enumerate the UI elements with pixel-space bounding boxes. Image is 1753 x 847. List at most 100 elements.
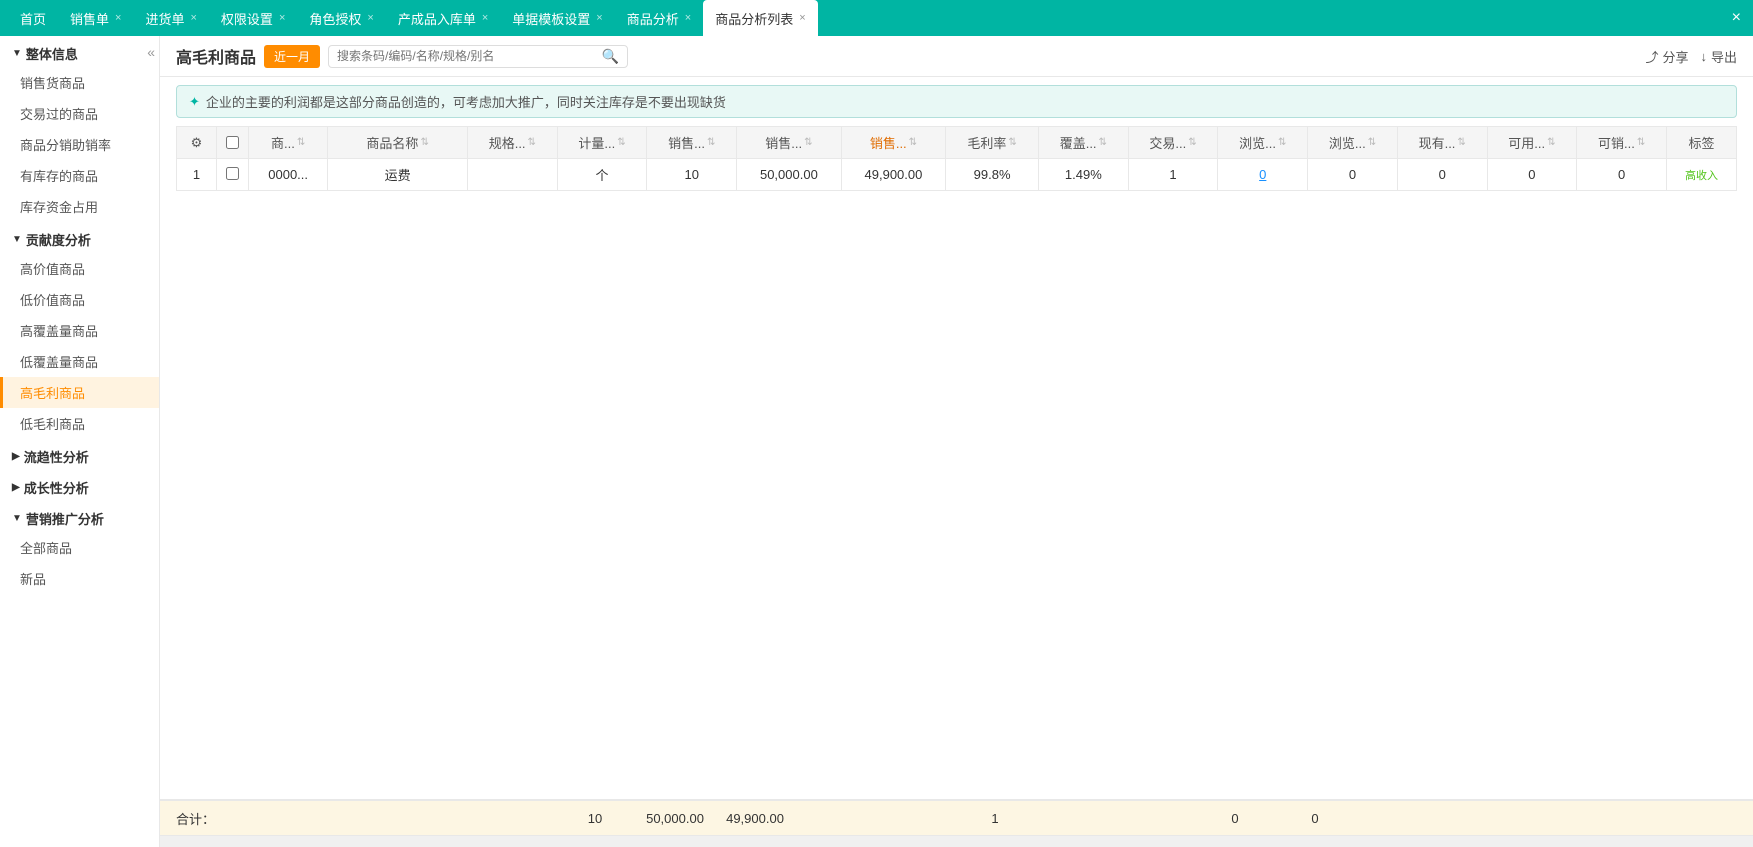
- sidebar-group-overall[interactable]: ▼ 整体信息: [0, 36, 159, 67]
- close-analysis-list-tab[interactable]: ×: [799, 12, 805, 24]
- cell-unit: 个: [557, 159, 647, 191]
- sidebar-item-high-margin[interactable]: 高毛利商品: [0, 377, 159, 408]
- footer-sales-amount: 50,000.00: [635, 811, 715, 826]
- nav-item-role[interactable]: 角色授权 ×: [297, 0, 385, 36]
- cell-sales-cost: 49,900.00: [841, 159, 946, 191]
- col-saleable[interactable]: 可销...⇅: [1577, 127, 1667, 159]
- table-footer: 合计： 10 50,000.00 49,900.00 1 0 0: [160, 799, 1753, 835]
- nav-item-sales[interactable]: 销售单 ×: [58, 0, 133, 36]
- table-row: 1 0000... 运费 个 10 50,000.00 49,900.00 99…: [177, 159, 1737, 191]
- cell-saleable: 0: [1577, 159, 1667, 191]
- sidebar-item-all-goods[interactable]: 全部商品: [0, 532, 159, 563]
- cell-gross-margin: 99.8%: [946, 159, 1039, 191]
- cell-code: 0000...: [249, 159, 328, 191]
- footer-label: 合计：: [176, 809, 215, 828]
- col-code[interactable]: 商...⇅: [249, 127, 328, 159]
- cell-browse2: 0: [1308, 159, 1398, 191]
- nav-item-purchase[interactable]: 进货单 ×: [133, 0, 208, 36]
- search-icon[interactable]: 🔍: [602, 48, 619, 65]
- close-template-tab[interactable]: ×: [596, 12, 602, 24]
- footer-sales-count: 10: [555, 811, 635, 826]
- col-checkbox: [217, 127, 249, 159]
- sidebar-item-sales-goods[interactable]: 销售货商品: [0, 67, 159, 98]
- sidebar-item-in-stock[interactable]: 有库存的商品: [0, 160, 159, 191]
- sidebar-item-high-value[interactable]: 高价值商品: [0, 253, 159, 284]
- footer-transaction: 1: [955, 811, 1035, 826]
- sidebar-item-low-value[interactable]: 低价值商品: [0, 284, 159, 315]
- close-product-in-tab[interactable]: ×: [482, 12, 488, 24]
- horizontal-scrollbar[interactable]: [160, 835, 1753, 847]
- sidebar-group-growth[interactable]: ▶ 成长性分析: [0, 470, 159, 501]
- top-nav-bar: 首页 销售单 × 进货单 × 权限设置 × 角色授权 × 产成品入库单 × 单据…: [0, 0, 1753, 36]
- info-banner: ✦ 企业的主要的利润都是这部分商品创造的，可考虑加大推广，同时关注库存是不要出现…: [176, 85, 1737, 118]
- sidebar-item-high-coverage[interactable]: 高覆盖量商品: [0, 315, 159, 346]
- col-sales-count[interactable]: 销售...⇅: [647, 127, 737, 159]
- cell-index: 1: [177, 159, 217, 191]
- col-sales-amount[interactable]: 销售...⇅: [737, 127, 842, 159]
- export-icon: ↓: [1700, 49, 1707, 64]
- cell-sales-amount: 50,000.00: [737, 159, 842, 191]
- col-current-stock[interactable]: 现有...⇅: [1397, 127, 1487, 159]
- nav-item-analysis-list[interactable]: 商品分析列表 ×: [703, 0, 817, 36]
- sidebar-group-trend[interactable]: ▶ 流趋性分析: [0, 439, 159, 470]
- col-unit[interactable]: 计量...⇅: [557, 127, 647, 159]
- cell-current-stock: 0: [1397, 159, 1487, 191]
- sidebar-item-new-goods[interactable]: 新品: [0, 563, 159, 594]
- cell-transaction: 1: [1128, 159, 1218, 191]
- sidebar-collapse-button[interactable]: «: [147, 44, 155, 60]
- close-analysis-tab[interactable]: ×: [685, 12, 691, 24]
- data-table: ⚙ 商...⇅ 商品名称⇅ 规格...⇅ 计量...⇅ 销售...⇅ 销售...…: [176, 126, 1737, 191]
- cell-available: 0: [1487, 159, 1577, 191]
- close-role-tab[interactable]: ×: [367, 12, 373, 24]
- sidebar-item-stock-capital[interactable]: 库存资金占用: [0, 191, 159, 222]
- sidebar-item-low-margin[interactable]: 低毛利商品: [0, 408, 159, 439]
- arrow-marketing: ▼: [12, 513, 22, 524]
- cell-coverage: 1.49%: [1038, 159, 1128, 191]
- col-transaction[interactable]: 交易...⇅: [1128, 127, 1218, 159]
- share-button[interactable]: ⤴ 分享: [1645, 47, 1688, 66]
- table-header-row: ⚙ 商...⇅ 商品名称⇅ 规格...⇅ 计量...⇅ 销售...⇅ 销售...…: [177, 127, 1737, 159]
- header-actions: ⤴ 分享 ↓ 导出: [1645, 47, 1737, 66]
- footer-sales-cost: 49,900.00: [715, 811, 795, 826]
- content-header: 高毛利商品 近一月 🔍 ⤴ 分享 ↓ 导出: [160, 36, 1753, 77]
- sidebar-group-contribution[interactable]: ▼ 贡献度分析: [0, 222, 159, 253]
- close-permission-tab[interactable]: ×: [279, 12, 285, 24]
- content-area: 高毛利商品 近一月 🔍 ⤴ 分享 ↓ 导出 ✦ 企业的主要的利润都是这部分商品创…: [160, 36, 1753, 847]
- arrow-growth: ▶: [12, 482, 20, 493]
- row-checkbox[interactable]: [226, 167, 239, 180]
- col-available[interactable]: 可用...⇅: [1487, 127, 1577, 159]
- sidebar-group-marketing[interactable]: ▼ 营销推广分析: [0, 501, 159, 532]
- sidebar-item-traded-goods[interactable]: 交易过的商品: [0, 98, 159, 129]
- cell-browse1[interactable]: 0: [1218, 159, 1308, 191]
- nav-item-analysis[interactable]: 商品分析 ×: [615, 0, 703, 36]
- arrow-overall: ▼: [12, 48, 22, 59]
- cell-checkbox: [217, 159, 249, 191]
- time-filter-button[interactable]: 近一月: [264, 45, 320, 68]
- sidebar: « ▼ 整体信息 销售货商品 交易过的商品 商品分销助销率 有库存的商品 库存资…: [0, 36, 160, 847]
- col-tag: 标签: [1667, 127, 1737, 159]
- col-gross-margin[interactable]: 毛利率⇅: [946, 127, 1039, 159]
- nav-item-template[interactable]: 单据模板设置 ×: [500, 0, 614, 36]
- search-input[interactable]: [337, 49, 602, 63]
- cell-tag: 高收入: [1667, 159, 1737, 191]
- col-browse1[interactable]: 浏览...⇅: [1218, 127, 1308, 159]
- nav-item-permission[interactable]: 权限设置 ×: [209, 0, 297, 36]
- close-all-icon[interactable]: ×: [1732, 9, 1741, 27]
- export-button[interactable]: ↓ 导出: [1700, 47, 1737, 66]
- cell-sales-count: 10: [647, 159, 737, 191]
- info-icon: ✦: [189, 94, 200, 110]
- col-coverage[interactable]: 覆盖...⇅: [1038, 127, 1128, 159]
- select-all-checkbox[interactable]: [226, 136, 239, 149]
- close-purchase-tab[interactable]: ×: [190, 12, 196, 24]
- arrow-contribution: ▼: [12, 234, 22, 245]
- col-sales-cost[interactable]: 销售...⇅: [841, 127, 946, 159]
- nav-item-home[interactable]: 首页: [8, 0, 58, 36]
- sidebar-item-distribution-rate[interactable]: 商品分销助销率: [0, 129, 159, 160]
- close-sales-tab[interactable]: ×: [115, 12, 121, 24]
- sidebar-item-low-coverage[interactable]: 低覆盖量商品: [0, 346, 159, 377]
- col-name[interactable]: 商品名称⇅: [328, 127, 468, 159]
- nav-item-product-in[interactable]: 产成品入库单 ×: [386, 0, 500, 36]
- col-settings[interactable]: ⚙: [177, 127, 217, 159]
- col-spec[interactable]: 规格...⇅: [467, 127, 557, 159]
- col-browse2[interactable]: 浏览...⇅: [1308, 127, 1398, 159]
